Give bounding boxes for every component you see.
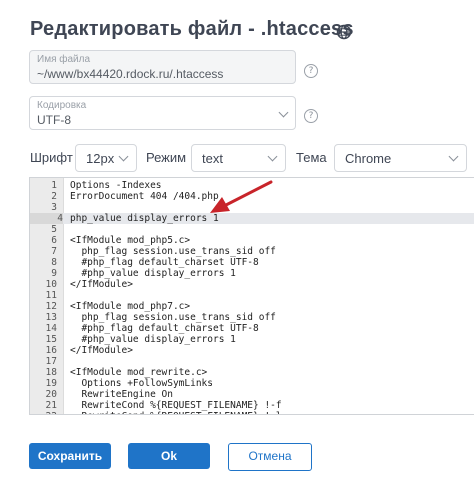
line-code: #php_value display_errors 1 [70,334,236,345]
line-number: 17 [45,356,57,367]
dialog-title: Редактировать файл - .htaccess [30,18,354,40]
line-number: 6 [51,235,57,246]
line-number: 19 [45,378,57,389]
code-line[interactable]: 7 php_flag session.use_trans_sid off [30,246,474,257]
line-number: 3 [51,202,57,213]
code-line[interactable]: 20 RewriteEngine On [30,389,474,400]
code-line[interactable]: 2 ErrorDocument 404 /404.php [30,191,474,202]
line-code: ErrorDocument 404 /404.php [70,191,219,202]
line-number: 2 [51,191,57,202]
chevron-down-icon [278,107,289,118]
code-line[interactable]: 15 #php_value display_errors 1 [30,334,474,345]
chevron-down-icon [118,151,129,162]
filename-value: ~/www/bx44420.rdock.ru/.htaccess [37,67,224,81]
code-line[interactable]: 18 <IfModule mod_rewrite.c> [30,367,474,378]
line-number: 15 [45,334,57,345]
code-line[interactable]: 16 </IfModule> [30,345,474,356]
line-code: RewriteEngine On [70,389,173,400]
line-code: <IfModule mod_php7.c> [70,301,191,312]
code-line[interactable]: 1 Options -Indexes [30,180,474,191]
code-line[interactable]: 3 [30,202,474,213]
line-code: Options -Indexes [70,180,162,191]
line-number: 9 [51,268,57,279]
code-editor[interactable]: 1 Options -Indexes 2 ErrorDocument 404 /404… [29,177,474,415]
line-code: php_flag session.use_trans_sid off [70,246,276,257]
line-number: 18 [45,367,57,378]
line-number: 13 [45,312,57,323]
code-line[interactable]: 8 #php_flag default_charset UTF-8 [30,257,474,268]
line-number: 20 [45,389,57,400]
line-number: 7 [51,246,57,257]
code-line[interactable]: 11 [30,290,474,301]
chevron-down-icon [448,151,459,162]
line-number: 14 [45,323,57,334]
code-line[interactable]: 5 [30,224,474,235]
code-line[interactable]: 17 [30,356,474,367]
theme-label: Тема [296,150,327,165]
line-code: RewriteCond %{REQUEST_FILENAME} !-l [70,411,281,414]
line-code: </IfModule> [70,279,133,290]
mode-select[interactable]: text [191,144,286,172]
font-size-value: 12px [86,151,115,166]
help-icon[interactable]: ? [304,109,318,123]
line-code: </IfModule> [70,345,133,356]
line-number: 12 [45,301,57,312]
font-size-select[interactable]: 12px [75,144,137,172]
theme-value: Chrome [345,151,392,166]
code-line[interactable]: 9 #php_value display_errors 1 [30,268,474,279]
line-code: #php_value display_errors 1 [70,268,236,279]
code-line[interactable]: 19 Options +FollowSymLinks [30,378,474,389]
theme-select[interactable]: Chrome [334,144,467,172]
code-line[interactable]: 13 php_flag session.use_trans_sid off [30,312,474,323]
line-code: RewriteCond %{REQUEST_FILENAME} !-f [70,400,282,411]
code-line[interactable]: 22 RewriteCond %{REQUEST_FILENAME} !-l [30,411,474,414]
code-line[interactable]: 21 RewriteCond %{REQUEST_FILENAME} !-f [30,400,474,411]
code-line[interactable]: 14 #php_flag default_charset UTF-8 [30,323,474,334]
line-number: 21 [45,400,57,411]
line-number: 5 [51,224,57,235]
code-line[interactable]: 12 <IfModule mod_php7.c> [30,301,474,312]
encoding-label: Кодировка [37,100,87,111]
line-code: Options +FollowSymLinks [70,378,213,389]
line-code: <IfModule mod_rewrite.c> [70,367,208,378]
font-size-label: Шрифт [30,150,73,165]
code-line[interactable]: 4 php_value display_errors 1 [30,213,474,224]
mode-value: text [202,151,223,166]
save-button[interactable]: Сохранить [29,443,111,469]
code-line[interactable]: 10 </IfModule> [30,279,474,290]
mode-label: Режим [146,150,187,165]
line-code: <IfModule mod_php5.c> [70,235,191,246]
ok-button[interactable]: Ok [128,443,210,469]
line-code: #php_flag default_charset UTF-8 [70,323,259,334]
line-number: 10 [45,279,57,290]
chevron-down-icon [267,151,278,162]
line-number: 16 [45,345,57,356]
filename-label: Имя файла [37,54,91,65]
line-number: 1 [51,180,57,191]
line-code: php_value display_errors 1 [70,213,219,224]
help-icon[interactable]: ? [304,64,318,78]
line-number: 8 [51,257,57,268]
line-code: php_flag session.use_trans_sid off [70,312,276,323]
code-line[interactable]: 6 <IfModule mod_php5.c> [30,235,474,246]
line-number: 4 [30,213,63,224]
cancel-button[interactable]: Отмена [228,443,312,471]
line-code: #php_flag default_charset UTF-8 [70,257,259,268]
line-number: 22 [30,411,57,414]
encoding-value: UTF-8 [37,113,71,127]
filename-field[interactable]: Имя файла ~/www/bx44420.rdock.ru/.htacce… [29,50,296,84]
line-number: 11 [45,290,57,301]
encoding-select[interactable]: Кодировка UTF-8 [29,96,296,130]
globe-icon[interactable] [336,24,352,40]
